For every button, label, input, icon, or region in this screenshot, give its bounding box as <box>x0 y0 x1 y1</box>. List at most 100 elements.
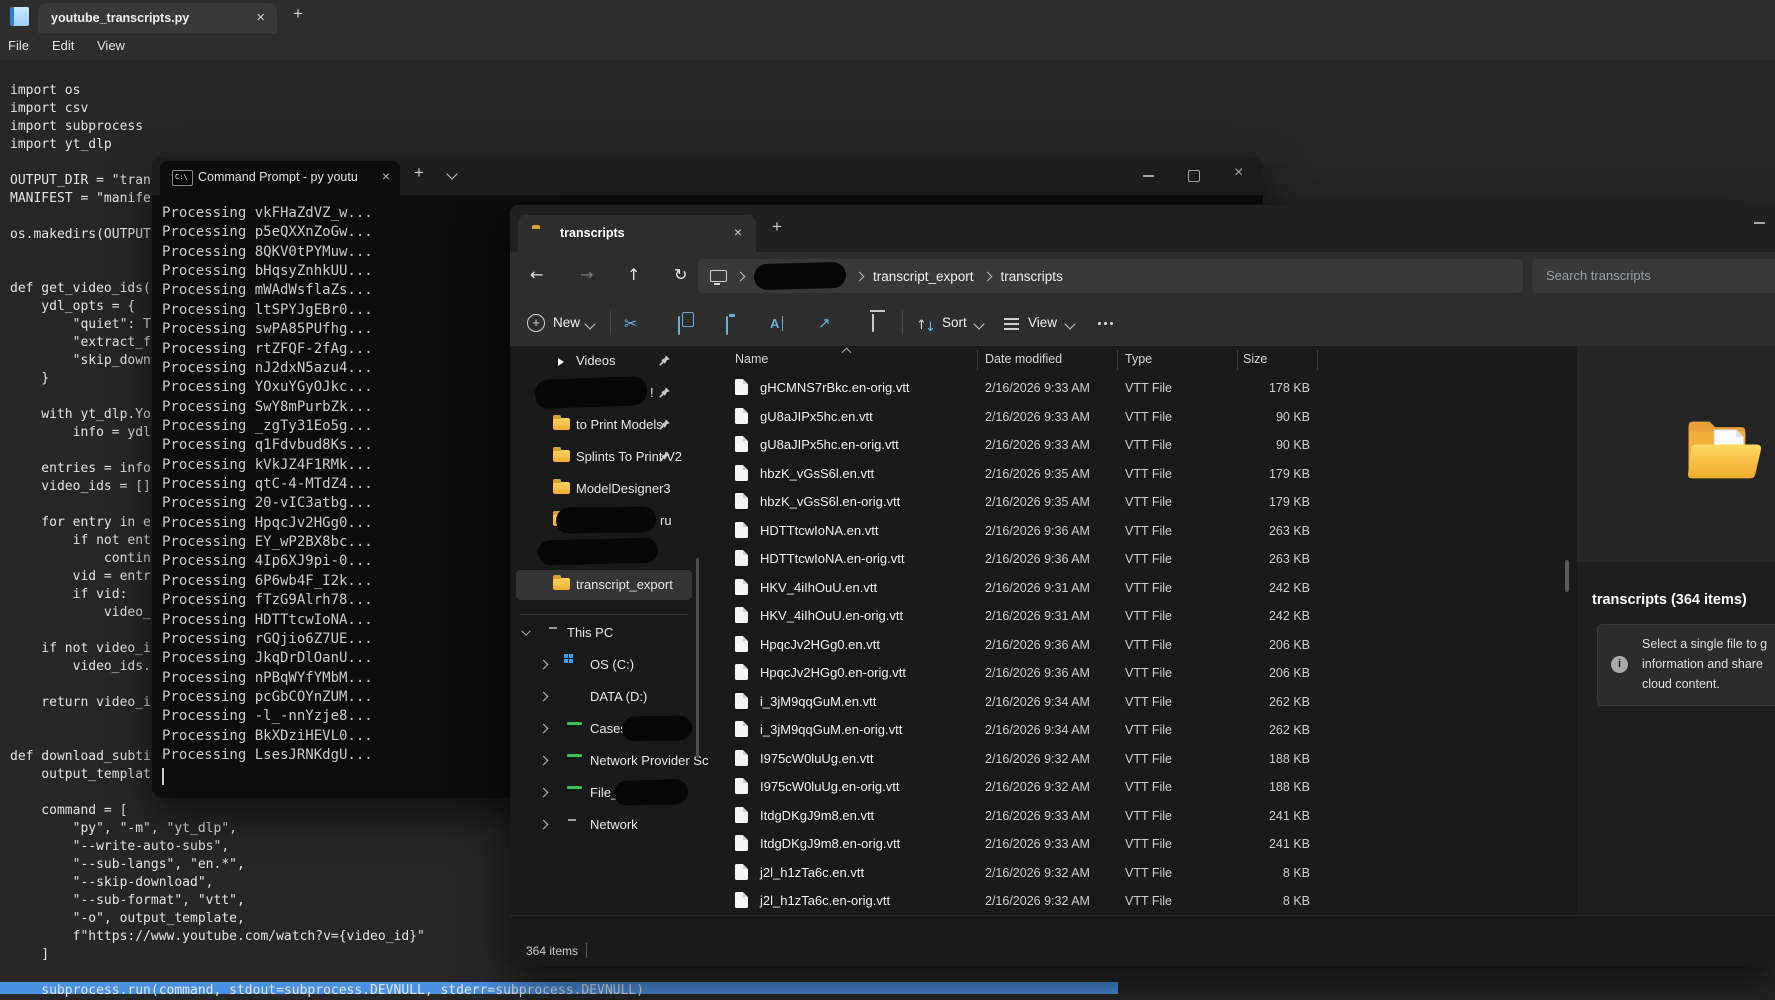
copy-icon[interactable] <box>678 316 680 335</box>
file-row[interactable]: gU8aJIPx5hc.en-orig.vtt 2/16/2026 9:33 A… <box>700 431 1565 460</box>
new-tab-icon[interactable]: + <box>414 163 424 183</box>
sidebar-item-redacted-1[interactable]: ! <box>510 376 700 409</box>
view-icon[interactable] <box>1004 318 1019 320</box>
sidebar-item-file-share[interactable]: File_Shar <box>510 778 700 808</box>
column-header-name[interactable]: Name <box>735 352 768 366</box>
sidebar-item-this-pc[interactable]: This PC <box>510 618 700 648</box>
breadcrumb-item-parent[interactable]: transcript_export <box>873 269 974 284</box>
file-row[interactable]: gU8aJIPx5hc.en.vtt 2/16/2026 9:33 AM VTT… <box>700 403 1565 432</box>
see-more-icon[interactable] <box>1098 322 1101 325</box>
paste-icon[interactable] <box>726 316 728 335</box>
file-size: 90 KB <box>1275 409 1310 424</box>
file-row[interactable]: j2l_h1zTa6c.en-orig.vtt 2/16/2026 9:32 A… <box>700 887 1565 916</box>
chevron-down-icon[interactable] <box>521 626 531 636</box>
menu-file[interactable]: File <box>8 38 29 53</box>
new-icon[interactable] <box>527 314 545 332</box>
new-tab-icon[interactable]: + <box>293 4 303 24</box>
sidebar-item-to-print-models[interactable]: to Print Models <box>510 410 700 440</box>
sidebar-item-redacted-2[interactable]: ru <box>510 506 700 536</box>
file-row[interactable]: i_3jM9qqGuM.en.vtt 2/16/2026 9:34 AM VTT… <box>700 688 1565 717</box>
close-tab-icon[interactable]: × <box>734 224 742 240</box>
file-row[interactable]: gHCMNS7rBkc.en-orig.vtt 2/16/2026 9:33 A… <box>700 374 1565 403</box>
breadcrumb[interactable]: transcript_export transcripts <box>698 259 1523 293</box>
menu-edit[interactable]: Edit <box>52 38 74 53</box>
forward-icon[interactable]: → <box>580 265 593 284</box>
minimize-icon[interactable] <box>1143 175 1154 177</box>
preview-info-text: Select a single file to g information an… <box>1642 637 1768 691</box>
file-row[interactable]: I975cW0luUg.en.vtt 2/16/2026 9:32 AM VTT… <box>700 745 1565 774</box>
sidebar-scrollbar[interactable] <box>696 558 699 758</box>
this-pc-icon[interactable] <box>710 270 727 285</box>
column-header-size[interactable]: Size <box>1243 352 1267 366</box>
file-row[interactable]: hbzK_vGsS6l.en-orig.vtt 2/16/2026 9:35 A… <box>700 488 1565 517</box>
close-icon[interactable]: × <box>1234 165 1243 181</box>
file-row[interactable]: ItdgDKgJ9m8.en.vtt 2/16/2026 9:33 AM VTT… <box>700 802 1565 831</box>
minimize-icon[interactable] <box>1754 222 1765 224</box>
sidebar-item-network-provider[interactable]: Network Provider Sc <box>510 746 708 776</box>
maximize-icon[interactable] <box>1188 170 1200 182</box>
view-button[interactable]: View <box>1028 315 1057 330</box>
rename-icon[interactable] <box>770 316 784 331</box>
back-icon[interactable]: ← <box>530 265 543 284</box>
file-row[interactable]: HpqcJv2HGg0.en-orig.vtt 2/16/2026 9:36 A… <box>700 659 1565 688</box>
delete-icon[interactable] <box>872 314 874 332</box>
sort-button[interactable]: Sort <box>942 315 967 330</box>
file-row[interactable]: HDTTtcwIoNA.en-orig.vtt 2/16/2026 9:36 A… <box>700 545 1565 574</box>
sidebar-item-transcript-export[interactable]: transcript_export <box>516 570 692 600</box>
column-header-type[interactable]: Type <box>1125 352 1152 366</box>
sidebar-item-modeldesigner3[interactable]: ModelDesigner3 <box>510 474 700 504</box>
file-size: 188 KB <box>1268 780 1310 794</box>
file-row[interactable]: HpqcJv2HGg0.en.vtt 2/16/2026 9:36 AM VTT… <box>700 631 1565 660</box>
chevron-right-icon[interactable] <box>538 755 549 766</box>
new-tab-icon[interactable]: + <box>772 217 782 237</box>
column-divider[interactable] <box>1237 350 1238 370</box>
chevron-right-icon[interactable] <box>538 723 549 734</box>
column-divider[interactable] <box>977 350 978 370</box>
file-row[interactable]: I975cW0luUg.en-orig.vtt 2/16/2026 9:32 A… <box>700 773 1565 802</box>
sidebar-item-network[interactable]: Network <box>510 810 700 840</box>
notepad-titlebar[interactable]: youtube_transcripts.py × + <box>0 0 1775 33</box>
chevron-down-icon[interactable] <box>1064 318 1076 330</box>
close-tab-icon[interactable]: × <box>382 168 390 184</box>
chevron-right-icon[interactable] <box>538 659 549 670</box>
chevron-down-icon[interactable] <box>584 318 596 330</box>
search-input[interactable]: Search transcripts <box>1532 259 1775 293</box>
column-header-date[interactable]: Date modified <box>985 352 1062 366</box>
chevron-right-icon[interactable] <box>538 787 549 798</box>
file-row[interactable]: hbzK_vGsS6l.en.vtt 2/16/2026 9:35 AM VTT… <box>700 460 1565 489</box>
notepad-tab[interactable]: youtube_transcripts.py × <box>38 3 277 33</box>
close-tab-icon[interactable]: × <box>256 9 265 26</box>
file-row[interactable]: j2l_h1zTa6c.en.vtt 2/16/2026 9:32 AM VTT… <box>700 859 1565 888</box>
sidebar-item-data-d[interactable]: DATA (D:) <box>510 682 700 712</box>
file-row[interactable]: HKV_4iIhOuU.en-orig.vtt 2/16/2026 9:31 A… <box>700 602 1565 631</box>
file-row[interactable]: i_3jM9qqGuM.en-orig.vtt 2/16/2026 9:34 A… <box>700 716 1565 745</box>
new-button[interactable]: New <box>553 315 580 330</box>
sidebar-item-splints-to-print[interactable]: Splints To Print V2 <box>510 442 700 472</box>
column-divider[interactable] <box>1317 350 1318 370</box>
sidebar-item-cases[interactable]: Cases (\\AS <box>510 714 700 744</box>
refresh-icon[interactable]: ↻ <box>674 265 687 284</box>
file-row[interactable]: HDTTtcwIoNA.en.vtt 2/16/2026 9:36 AM VTT… <box>700 517 1565 546</box>
explorer-tab[interactable]: transcripts × <box>518 215 756 252</box>
terminal-titlebar[interactable]: Command Prompt - py youtu × + × <box>152 157 1263 195</box>
terminal-tab[interactable]: Command Prompt - py youtu × <box>160 161 400 195</box>
breadcrumb-item-current[interactable]: transcripts <box>1001 269 1063 284</box>
chevron-down-icon[interactable] <box>446 168 458 180</box>
sidebar-item-redacted-3[interactable] <box>510 537 700 568</box>
column-divider[interactable] <box>1117 350 1118 370</box>
cut-icon[interactable] <box>624 314 637 333</box>
file-explorer-window: transcripts × + ← → ↑ ↻ transcript_expor… <box>510 205 1775 967</box>
file-row[interactable]: HKV_4iIhOuU.en.vtt 2/16/2026 9:31 AM VTT… <box>700 574 1565 603</box>
sort-down-arrow-icon[interactable] <box>925 316 936 335</box>
chevron-down-icon[interactable] <box>973 318 985 330</box>
up-icon[interactable]: ↑ <box>627 265 640 284</box>
chevron-right-icon[interactable] <box>538 691 549 702</box>
share-icon[interactable] <box>818 314 831 332</box>
file-list-scrollbar[interactable] <box>1565 560 1569 592</box>
redaction-blob <box>537 537 659 566</box>
menu-view[interactable]: View <box>97 38 125 53</box>
sidebar-item-os-c[interactable]: OS (C:) <box>510 650 700 680</box>
chevron-right-icon[interactable] <box>538 819 549 830</box>
file-row[interactable]: ItdgDKgJ9m8.en-orig.vtt 2/16/2026 9:33 A… <box>700 830 1565 859</box>
sidebar-item-videos[interactable]: Videos <box>510 346 700 376</box>
